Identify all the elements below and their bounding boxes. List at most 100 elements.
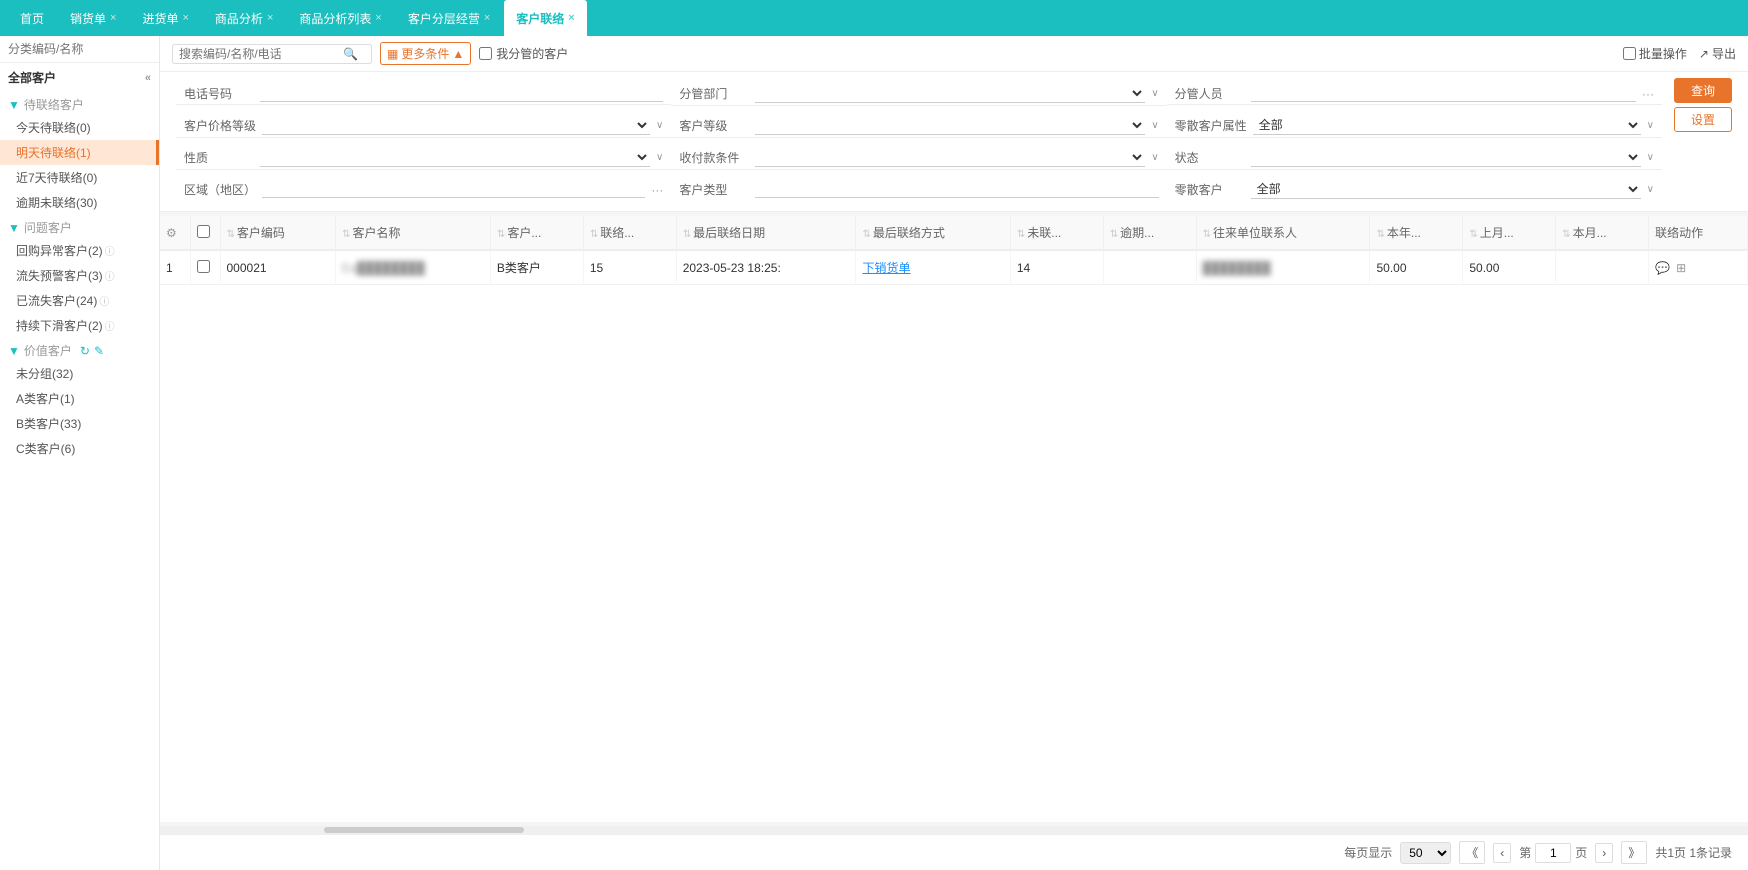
sidebar-search-bar: 🔍 — [0, 36, 159, 63]
nature-select[interactable] — [260, 148, 650, 167]
select-all-checkbox[interactable] — [197, 225, 210, 238]
th-unit-contact: ⇅往来单位联系人 — [1196, 216, 1370, 250]
ellipsis-icon[interactable]: ··· — [651, 183, 663, 197]
price-level-select[interactable] — [262, 116, 650, 135]
batch-checkbox[interactable] — [1623, 47, 1636, 60]
filter-actions: 查询 设置 — [1662, 78, 1732, 205]
filter-cell-customer-level: 客户等级 ∨ — [671, 114, 1166, 138]
sidebar-item-overdue[interactable]: 逾期未联络(30) — [0, 190, 159, 215]
sidebar-item-c-class[interactable]: C类客户(6) — [0, 436, 159, 461]
nav-home[interactable]: 首页 — [8, 0, 56, 36]
last-contact-method-link[interactable]: 下销货单 — [862, 261, 910, 275]
nav-goods-analysis[interactable]: 商品分析 × — [203, 0, 285, 36]
retail-attr-select[interactable]: 全部 — [1253, 116, 1641, 135]
td-type: B类客户 — [490, 250, 583, 285]
sidebar-item-ungroup[interactable]: 未分组(32) — [0, 361, 159, 386]
settings-button[interactable]: 设置 — [1674, 107, 1732, 132]
sidebar-item-tomorrow[interactable]: 明天待联络(1) — [0, 140, 159, 165]
status-select[interactable] — [1251, 148, 1641, 167]
sidebar-item-churned[interactable]: 已流失客户(24) ⓘ — [0, 288, 159, 313]
sidebar-item-repurchase-abnormal[interactable]: 回购异常客户(2) ⓘ — [0, 238, 159, 263]
chevron-down-icon: ∨ — [1647, 184, 1654, 195]
export-button[interactable]: ↗ 导出 — [1699, 45, 1736, 62]
prev-page-button[interactable]: ‹ — [1493, 843, 1511, 863]
phone-input[interactable] — [260, 85, 663, 102]
nav-customer-tier[interactable]: 客户分层经营 × — [396, 0, 502, 36]
first-page-button[interactable]: 《 — [1459, 841, 1485, 864]
sidebar-item-b-class[interactable]: B类客户(33) — [0, 411, 159, 436]
sidebar: 🔍 全部客户 « ▼ 待联络客户 今天待联络(0) 明天待联络(1) 近7天待联… — [0, 36, 160, 870]
info-icon: ⓘ — [105, 318, 115, 333]
td-checkbox — [190, 250, 220, 285]
filter-cell-retail-attr: 零散客户属性 全部 ∨ — [1167, 114, 1662, 138]
sort-icon: ⇅ — [862, 229, 870, 240]
query-button[interactable]: 查询 — [1674, 78, 1732, 103]
customer-level-select[interactable] — [755, 116, 1145, 135]
th-last-month: ⇅上月... — [1463, 216, 1556, 250]
retail-customer-select[interactable]: 全部 — [1251, 180, 1641, 199]
nav-sales[interactable]: 销货单 × — [58, 0, 128, 36]
scroll-thumb[interactable] — [324, 827, 524, 833]
row-checkbox[interactable] — [197, 260, 210, 273]
batch-op-button[interactable]: 批量操作 — [1623, 45, 1687, 62]
th-type: ⇅客户... — [490, 216, 583, 250]
info-icon: ⓘ — [105, 268, 115, 283]
close-icon[interactable]: × — [110, 12, 116, 24]
sidebar-item-today[interactable]: 今天待联络(0) — [0, 115, 159, 140]
nav-purchase[interactable]: 进货单 × — [130, 0, 200, 36]
filter-cell-region: 区域（地区） ··· — [176, 179, 671, 200]
sort-icon: ⇅ — [342, 229, 350, 240]
th-code: ⇅客户编码 — [220, 216, 336, 250]
sidebar-item-week7[interactable]: 近7天待联络(0) — [0, 165, 159, 190]
close-icon[interactable]: × — [182, 12, 188, 24]
filter-cell-phone: 电话号码 — [176, 83, 671, 105]
customer-type-input[interactable] — [755, 181, 1158, 198]
my-customers-check[interactable] — [479, 47, 492, 60]
sidebar-item-churn-warning[interactable]: 流失预警客户(3) ⓘ — [0, 263, 159, 288]
filter-row-3: 性质 ∨ 收付款条件 ∨ — [176, 142, 1662, 174]
refresh-icon[interactable]: ↻ — [80, 344, 90, 358]
close-icon[interactable]: × — [267, 12, 273, 24]
comment-icon[interactable]: 💬 — [1655, 261, 1670, 275]
my-customers-checkbox[interactable]: 我分管的客户 — [479, 45, 568, 62]
td-seq: 1 — [160, 250, 190, 285]
ellipsis-icon[interactable]: ··· — [1642, 87, 1654, 101]
nav-customer-contact[interactable]: 客户联络 × — [504, 0, 586, 36]
horizontal-scrollbar[interactable] — [160, 826, 1748, 834]
dept-select[interactable] — [755, 84, 1145, 103]
sidebar-all-customers[interactable]: 全部客户 « — [0, 63, 159, 92]
close-icon[interactable]: × — [484, 12, 490, 24]
page-size-select[interactable]: 50 10 20 100 — [1400, 842, 1451, 864]
chevron-down-icon: ∨ — [656, 152, 663, 163]
sort-icon: ⇅ — [1110, 229, 1118, 240]
page-info: 第 页 — [1519, 843, 1587, 863]
last-page-button[interactable]: 》 — [1621, 841, 1647, 864]
page-number-input[interactable] — [1535, 843, 1571, 863]
next-page-button[interactable]: › — [1595, 843, 1613, 863]
edit-icon[interactable]: ✎ — [94, 344, 104, 358]
payment-select[interactable] — [755, 148, 1145, 167]
chevron-down-icon: ∨ — [1647, 120, 1654, 131]
th-last-date: ⇅最后联络日期 — [676, 216, 856, 250]
search-icon[interactable]: 🔍 — [343, 47, 358, 61]
gear-icon[interactable]: ⚙ — [166, 226, 177, 240]
sidebar-item-declining[interactable]: 持续下滑客户(2) ⓘ — [0, 313, 159, 338]
manager-input[interactable] — [1251, 85, 1636, 102]
info-icon: ⓘ — [99, 293, 109, 308]
filter-panel: 电话号码 分管部门 ∨ 分管人员 — [160, 72, 1748, 212]
search-input[interactable] — [179, 47, 339, 61]
nav-goods-analysis-list[interactable]: 商品分析列表 × — [287, 0, 393, 36]
chevron-down-icon: ∨ — [1151, 152, 1158, 163]
region-input[interactable] — [262, 181, 645, 198]
chevron-down-icon: ∨ — [656, 120, 663, 131]
grid-icon[interactable]: ⊞ — [1676, 261, 1686, 275]
close-icon[interactable]: × — [568, 12, 574, 24]
th-this-month: ⇅本月... — [1556, 216, 1649, 250]
td-uncontacted: 14 — [1010, 250, 1103, 285]
content-area: 🔍 ▦ 更多条件 ▲ 我分管的客户 批量操作 ↗ 导出 — [160, 36, 1748, 870]
sort-icon: ⇅ — [683, 229, 691, 240]
close-icon[interactable]: × — [375, 12, 381, 24]
filter-button[interactable]: ▦ 更多条件 ▲ — [380, 42, 471, 65]
sidebar-search-input[interactable] — [8, 42, 160, 56]
sidebar-item-a-class[interactable]: A类客户(1) — [0, 386, 159, 411]
